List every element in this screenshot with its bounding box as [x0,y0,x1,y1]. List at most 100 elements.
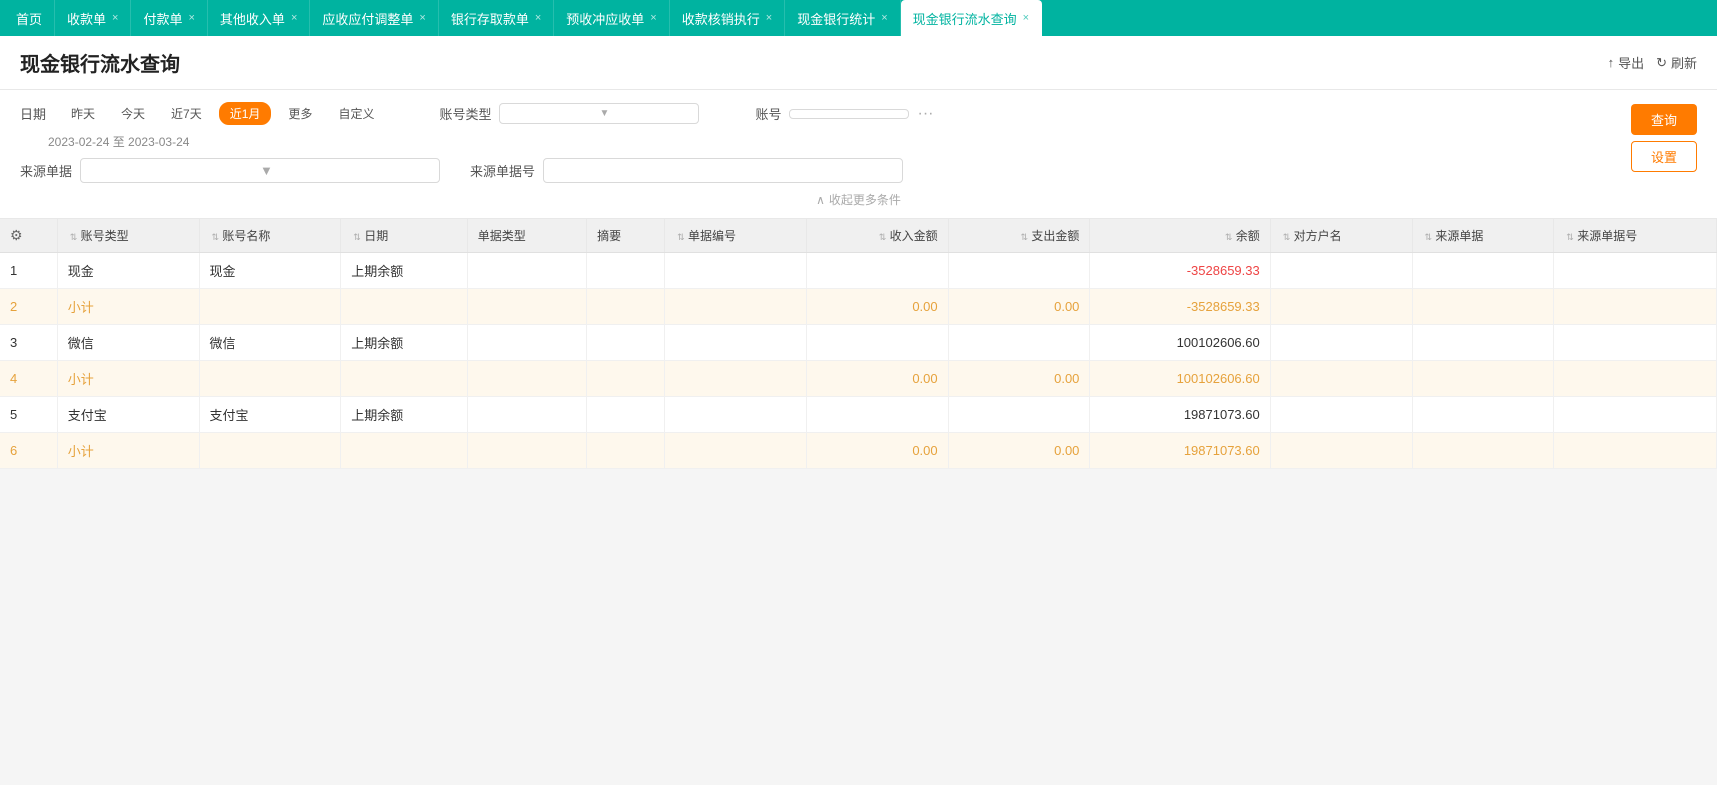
export-button[interactable]: ↑ 导出 [1608,53,1645,72]
date-btn-today[interactable]: 今天 [112,102,154,125]
cell-doc-no [665,325,807,361]
sort-icon: ⇅ [1225,232,1233,242]
col-doc-type[interactable]: 单据类型 [467,219,586,253]
refresh-button[interactable]: ↻ 刷新 [1656,53,1697,72]
date-options: 昨天 今天 近7天 近1月 更多 自定义 [62,102,383,125]
cell-income [806,397,948,433]
nav-tab-fukuandan[interactable]: 付款单 × [131,0,207,36]
cell-expense: 0.00 [948,361,1090,397]
collapse-icon: ∧ [816,193,825,207]
cell-counterparty [1270,289,1412,325]
date-btn-7days[interactable]: 近7天 [162,102,211,125]
gear-icon: ⚙ [10,227,23,243]
account-dots[interactable]: ··· [917,105,933,123]
nav-tab-close[interactable]: × [766,12,772,24]
nav-tab-liushui[interactable]: 现金银行流水查询 × [901,0,1042,36]
cell-counterparty [1270,325,1412,361]
col-summary[interactable]: 摘要 [587,219,665,253]
nav-tab-xianjintongji[interactable]: 现金银行统计 × [785,0,900,36]
table-row[interactable]: 5 支付宝 支付宝 上期余额 19871073.60 [0,397,1717,433]
date-btn-custom[interactable]: 自定义 [329,102,383,125]
account-type-select[interactable]: ▼ [499,103,699,124]
cell-expense: 0.00 [948,433,1090,469]
cell-expense [948,397,1090,433]
account-input[interactable] [789,109,909,119]
nav-tab-yinhangcuqu[interactable]: 银行存取款单 × [439,0,554,36]
col-counterparty[interactable]: ⇅ 对方户名 [1270,219,1412,253]
nav-tab-close[interactable]: × [188,12,194,24]
source-doc-no-input[interactable] [543,158,903,183]
cell-no: 2 [0,289,57,325]
cell-source-doc-no [1554,361,1717,397]
nav-tab-yingshouyingfu[interactable]: 应收应付调整单 × [310,0,438,36]
nav-tab-close[interactable]: × [1023,12,1029,24]
collapse-bar[interactable]: ∧ 收起更多条件 [20,187,1697,210]
cell-source-doc-no [1554,253,1717,289]
collapse-label: 收起更多条件 [829,191,901,208]
nav-tab-qitashouru[interactable]: 其他收入单 × [208,0,310,36]
nav-tab-close[interactable]: × [881,12,887,24]
source-doc-label: 来源单据 [20,161,72,180]
sort-icon: ⇅ [212,232,220,242]
cell-doc-type [467,253,586,289]
nav-tab-label: 预收冲应收单 [566,9,644,28]
cell-date: 上期余额 [341,325,467,361]
table-row[interactable]: 4 小计 0.00 0.00 100102606.60 [0,361,1717,397]
source-doc-select[interactable]: ▼ [80,158,440,183]
nav-home-label: 首页 [16,9,42,28]
date-btn-more[interactable]: 更多 [279,102,321,125]
cell-source-doc [1412,325,1554,361]
table-row[interactable]: 3 微信 微信 上期余额 100102606.60 [0,325,1717,361]
nav-tab-shoukuandan[interactable]: 收款单 × [55,0,131,36]
col-source-doc[interactable]: ⇅ 来源单据 [1412,219,1554,253]
col-income[interactable]: ⇅ 收入金额 [806,219,948,253]
right-button-column: 查询 设置 [1631,102,1697,172]
cell-balance: -3528659.33 [1090,253,1270,289]
nav-tab-close[interactable]: × [419,12,425,24]
col-date[interactable]: ⇅ 日期 [341,219,467,253]
settings-button[interactable]: 设置 [1631,141,1697,172]
filter-row-2: 来源单据 ▼ 来源单据号 [20,158,1615,183]
nav-tab-label: 其他收入单 [220,9,285,28]
cell-no: 5 [0,397,57,433]
cell-doc-type [467,289,586,325]
sort-icon: ⇅ [677,232,685,242]
cell-source-doc-no [1554,433,1717,469]
nav-tab-close[interactable]: × [291,12,297,24]
source-doc-group: 来源单据 ▼ [20,158,440,183]
col-expense[interactable]: ⇅ 支出金额 [948,219,1090,253]
chevron-down-icon-2: ▼ [260,163,431,178]
nav-tab-label: 收款核销执行 [682,9,760,28]
cell-doc-no [665,397,807,433]
cell-no: 3 [0,325,57,361]
date-label: 日期 [20,104,46,123]
nav-tab-close[interactable]: × [650,12,656,24]
nav-tab-yushou[interactable]: 预收冲应收单 × [554,0,669,36]
date-btn-yesterday[interactable]: 昨天 [62,102,104,125]
cell-source-doc [1412,433,1554,469]
nav-home[interactable]: 首页 [4,0,55,36]
col-balance[interactable]: ⇅ 余额 [1090,219,1270,253]
cell-doc-no [665,361,807,397]
nav-tab-close[interactable]: × [535,12,541,24]
query-button[interactable]: 查询 [1631,104,1697,135]
table-row[interactable]: 6 小计 0.00 0.00 19871073.60 [0,433,1717,469]
cell-no: 6 [0,433,57,469]
col-gear[interactable]: ⚙ [0,219,57,253]
nav-tab-close[interactable]: × [112,12,118,24]
nav-tab-shoukuanhexiao[interactable]: 收款核销执行 × [670,0,785,36]
cell-balance: 19871073.60 [1090,433,1270,469]
cell-expense: 0.00 [948,289,1090,325]
col-doc-no[interactable]: ⇅ 单据编号 [665,219,807,253]
table-row[interactable]: 1 现金 现金 上期余额 -3528659.33 [0,253,1717,289]
date-btn-1month[interactable]: 近1月 [219,102,272,125]
cell-source-doc-no [1554,325,1717,361]
table-row[interactable]: 2 小计 0.00 0.00 -3528659.33 [0,289,1717,325]
cell-doc-type [467,433,586,469]
nav-tab-label: 银行存取款单 [451,9,529,28]
col-acct-name[interactable]: ⇅ 账号名称 [199,219,341,253]
col-acct-type[interactable]: ⇅ 账号类型 [57,219,199,253]
account-label: 账号 [755,104,781,123]
col-source-doc-no[interactable]: ⇅ 来源单据号 [1554,219,1717,253]
cell-date: 上期余额 [341,397,467,433]
